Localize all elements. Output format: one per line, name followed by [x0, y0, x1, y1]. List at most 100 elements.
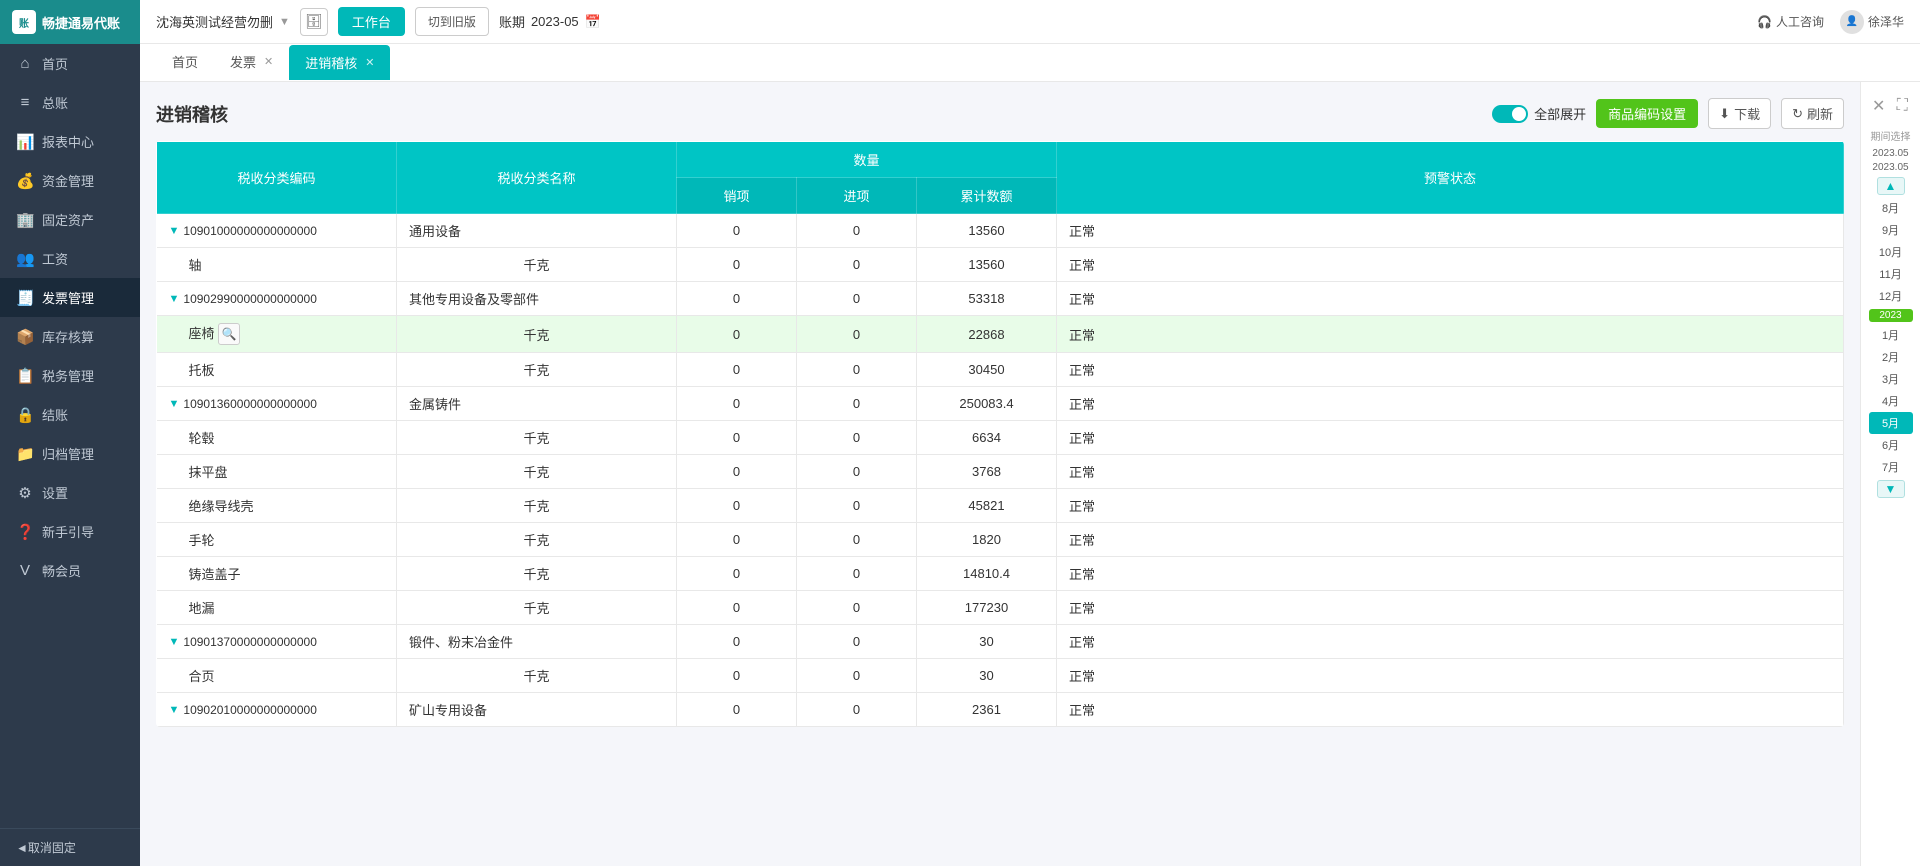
status-cell: 正常: [1057, 282, 1844, 316]
sales-cell: 0: [677, 523, 797, 557]
sidebar-item-reports[interactable]: 📊 报表中心: [0, 122, 140, 161]
sidebar-item-settings[interactable]: ⚙ 设置: [0, 473, 140, 512]
panel-close-button[interactable]: ✕: [1869, 94, 1889, 118]
period-nav-down[interactable]: ▼: [1877, 480, 1905, 498]
sidebar-item-tax[interactable]: 📋 税务管理: [0, 356, 140, 395]
item-code-cell: 抹平盘: [157, 455, 397, 489]
tab-reconcile[interactable]: 进销稽核 ✕: [289, 45, 390, 80]
item-code-cell: 铸造盖子: [157, 557, 397, 591]
sidebar-item-ledger[interactable]: ≡ 总账: [0, 83, 140, 122]
table-row: 铸造盖子 千克 0 0 14810.4 正常: [157, 557, 1844, 591]
sidebar-item-invoice[interactable]: 🧾 发票管理: [0, 278, 140, 317]
tab-invoice[interactable]: 发票 ✕: [214, 44, 289, 81]
total-cell: 30: [917, 625, 1057, 659]
status-cell: 正常: [1057, 316, 1844, 353]
total-cell: 22868: [917, 316, 1057, 353]
period-month-3[interactable]: 3月: [1869, 368, 1913, 390]
period-month-9[interactable]: 9月: [1869, 219, 1913, 241]
collapse-icon[interactable]: ▼: [169, 398, 180, 410]
sidebar-item-label: 工资: [42, 249, 68, 268]
sidebar-item-funds[interactable]: 💰 资金管理: [0, 161, 140, 200]
sales-cell: 0: [677, 387, 797, 421]
table-row: 托板 千克 0 0 30450 正常: [157, 353, 1844, 387]
year-badge-2023[interactable]: 2023: [1869, 309, 1913, 322]
consult-button[interactable]: 🎧 人工咨询: [1757, 13, 1824, 30]
settings-icon: ⚙: [16, 484, 34, 502]
total-cell: 13560: [917, 248, 1057, 282]
sidebar-item-label: 发票管理: [42, 288, 94, 307]
panel-expand-button[interactable]: ⛶: [1893, 94, 1913, 118]
period-month-1[interactable]: 1月: [1869, 324, 1913, 346]
unit-cell: 千克: [397, 523, 677, 557]
name-cell: 通用设备: [397, 214, 677, 248]
period-month-7[interactable]: 7月: [1869, 456, 1913, 478]
reconcile-table: 税收分类编码 税收分类名称 数量 预警状态 销项 进项 累计数额: [156, 141, 1844, 727]
sidebar-item-home[interactable]: ⌂ 首页: [0, 44, 140, 83]
tab-home[interactable]: 首页: [156, 44, 214, 81]
payroll-icon: 👥: [16, 250, 34, 268]
period-month-2[interactable]: 2月: [1869, 346, 1913, 368]
old-version-button[interactable]: 切到旧版: [415, 7, 489, 36]
sidebar-item-label: 税务管理: [42, 366, 94, 385]
sales-cell: 0: [677, 421, 797, 455]
period-month-5[interactable]: 5月: [1869, 412, 1913, 434]
sales-cell: 0: [677, 659, 797, 693]
code-cell: ▼ 10901370000000000000: [157, 625, 397, 659]
collapse-icon[interactable]: ▼: [169, 636, 180, 648]
ledger-icon: ≡: [16, 94, 34, 111]
sidebar-item-label: 库存核算: [42, 327, 94, 346]
archive-button[interactable]: 🗄: [300, 8, 328, 36]
sidebar-item-label: 固定资产: [42, 210, 94, 229]
sidebar-item-label: 新手引导: [42, 522, 94, 541]
table-row: 轴 千克 0 0 13560 正常: [157, 248, 1844, 282]
collapse-icon[interactable]: ▼: [169, 293, 180, 305]
purchase-cell: 0: [797, 659, 917, 693]
period-month-8[interactable]: 8月: [1869, 197, 1913, 219]
total-cell: 45821: [917, 489, 1057, 523]
period-month-11[interactable]: 11月: [1869, 263, 1913, 285]
period-month-10[interactable]: 10月: [1869, 241, 1913, 263]
sidebar-item-member[interactable]: V 畅会员: [0, 551, 140, 590]
collapse-icon[interactable]: ▼: [169, 225, 180, 237]
sidebar-item-payroll[interactable]: 👥 工资: [0, 239, 140, 278]
table-row: ▼ 10901000000000000000 通用设备 0 0 13560 正常: [157, 214, 1844, 248]
tab-reconcile-close[interactable]: ✕: [365, 56, 374, 69]
th-purchase: 进项: [797, 178, 917, 214]
unit-cell: 千克: [397, 353, 677, 387]
name-cell: 锻件、粉末冶金件: [397, 625, 677, 659]
refresh-button[interactable]: ↻ 刷新: [1781, 98, 1844, 129]
topbar-right: 🎧 人工咨询 👤 徐泽华: [1757, 10, 1904, 34]
status-cell: 正常: [1057, 421, 1844, 455]
company-selector[interactable]: 沈海英测试经营勿删 ▼: [156, 12, 290, 31]
sales-cell: 0: [677, 353, 797, 387]
period-month-6[interactable]: 6月: [1869, 434, 1913, 456]
product-code-button[interactable]: 商品编码设置: [1596, 99, 1698, 128]
sidebar-item-archive[interactable]: 📁 归档管理: [0, 434, 140, 473]
sidebar-item-label: 归档管理: [42, 444, 94, 463]
name-cell: 金属铸件: [397, 387, 677, 421]
search-icon[interactable]: 🔍: [218, 323, 240, 345]
user-menu[interactable]: 👤 徐泽华: [1840, 10, 1904, 34]
sidebar-pin-toggle[interactable]: ◄取消固定: [0, 828, 140, 866]
status-cell: 正常: [1057, 693, 1844, 727]
page-header: 进销稽核 全部展开 商品编码设置 ⬇ 下载 ↻ 刷新: [156, 98, 1844, 129]
table-row: 地漏 千克 0 0 177230 正常: [157, 591, 1844, 625]
sidebar-item-inventory[interactable]: 📦 库存核算: [0, 317, 140, 356]
sales-cell: 0: [677, 489, 797, 523]
period-month-12[interactable]: 12月: [1869, 285, 1913, 307]
workspace-button[interactable]: 工作台: [338, 7, 405, 36]
sidebar-item-closing[interactable]: 🔒 结账: [0, 395, 140, 434]
name-cell: 矿山专用设备: [397, 693, 677, 727]
th-qty-group: 数量: [677, 142, 1057, 178]
collapse-icon[interactable]: ▼: [169, 704, 180, 716]
calendar-icon[interactable]: 📅: [585, 14, 601, 30]
sidebar-item-assets[interactable]: 🏢 固定资产: [0, 200, 140, 239]
download-button[interactable]: ⬇ 下载: [1708, 98, 1771, 129]
tab-invoice-close[interactable]: ✕: [264, 55, 273, 68]
table-row: ▼ 10902010000000000000 矿山专用设备 0 0 2361 正…: [157, 693, 1844, 727]
expand-toggle[interactable]: [1492, 105, 1528, 123]
period-nav-up[interactable]: ▲: [1877, 177, 1905, 195]
period-month-4[interactable]: 4月: [1869, 390, 1913, 412]
sidebar-item-guide[interactable]: ❓ 新手引导: [0, 512, 140, 551]
sidebar-item-label: 畅会员: [42, 561, 81, 580]
